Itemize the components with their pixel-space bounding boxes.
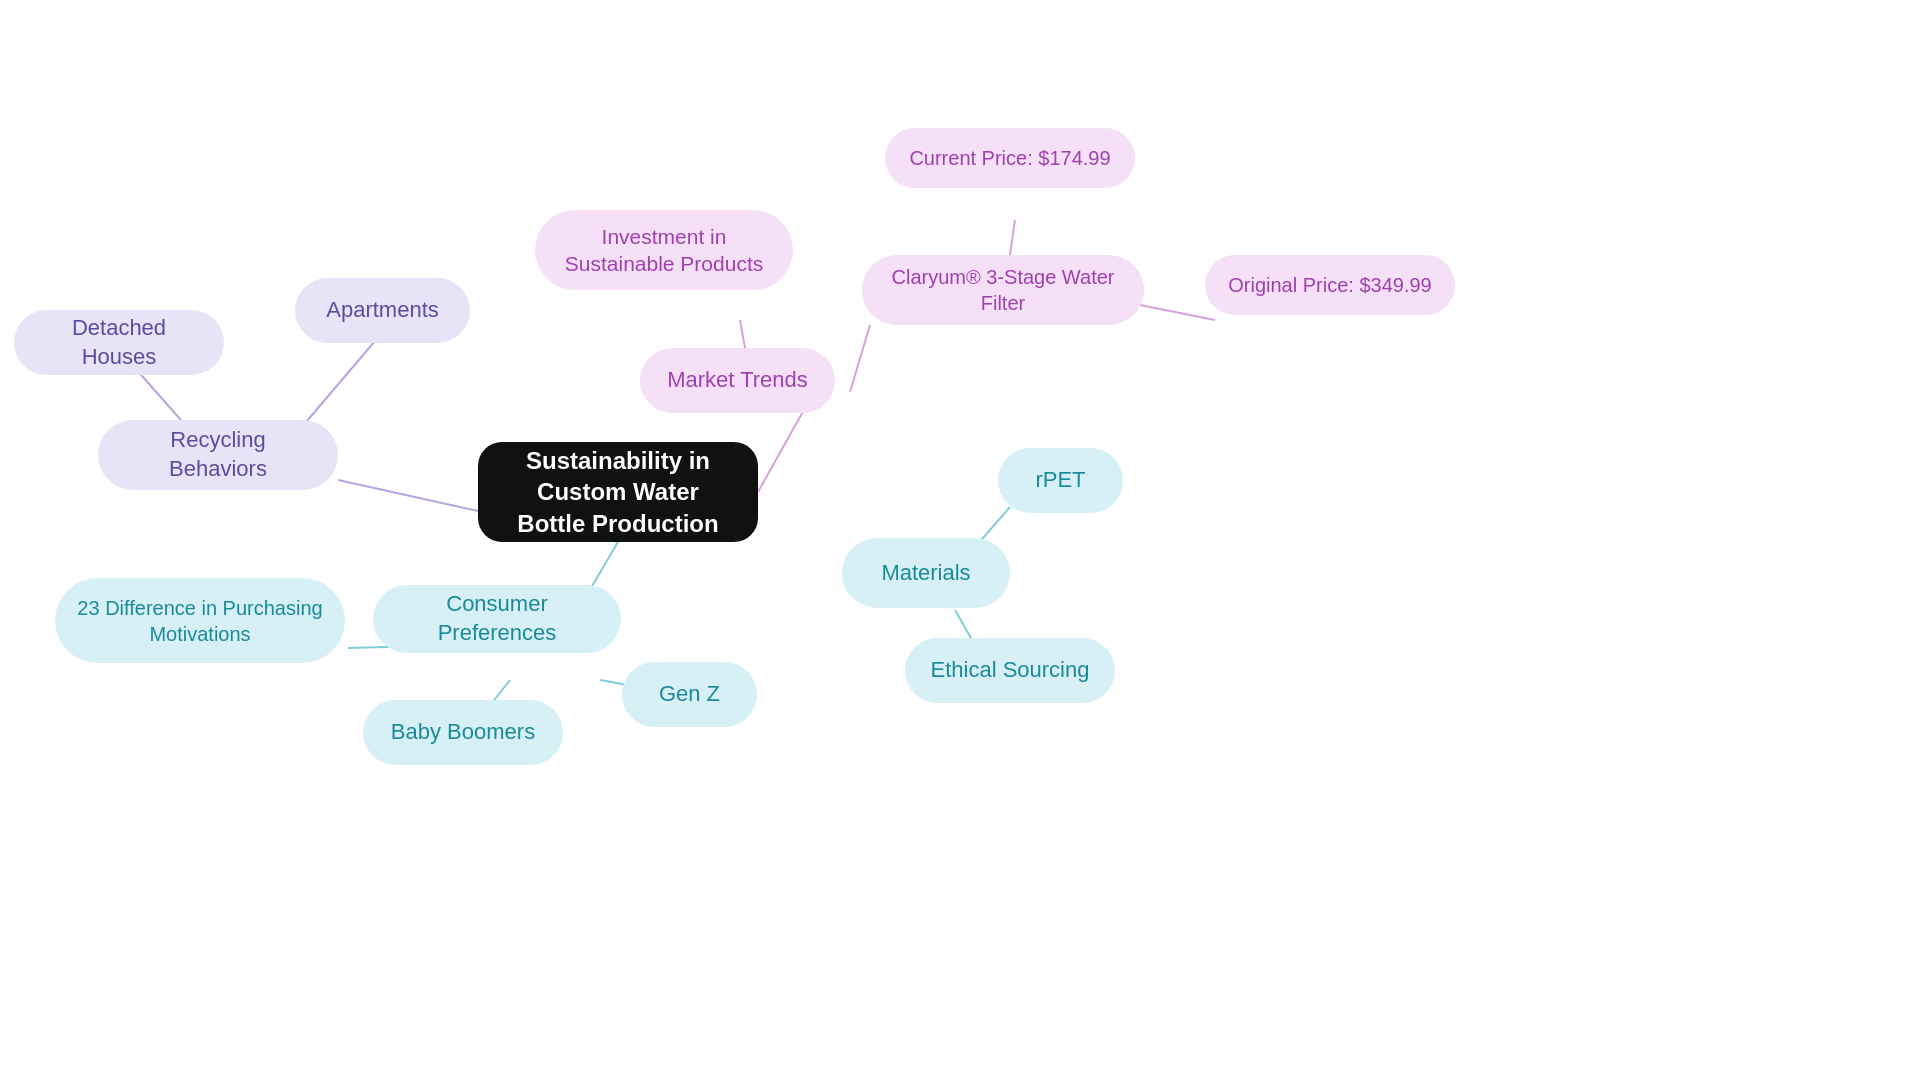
svg-line-5 bbox=[850, 325, 870, 392]
detached-houses-node: Detached Houses bbox=[14, 310, 224, 375]
market-trends-node: Market Trends bbox=[640, 348, 835, 413]
svg-line-3 bbox=[758, 408, 805, 492]
consumer-preferences-node: Consumer Preferences bbox=[373, 585, 621, 653]
investment-sustainable-node: Investment in Sustainable Products bbox=[535, 210, 793, 290]
materials-node: Materials bbox=[842, 538, 1010, 608]
recycling-behaviors-node: Recycling Behaviors bbox=[98, 420, 338, 490]
apartments-node: Apartments bbox=[295, 278, 470, 343]
svg-line-7 bbox=[1140, 305, 1215, 320]
gen-z-node: Gen Z bbox=[622, 662, 757, 727]
center-node: Sustainability in Custom Water Bottle Pr… bbox=[478, 442, 758, 542]
purchasing-motivations-node: 23 Difference in Purchasing Motivations bbox=[55, 578, 345, 663]
ethical-sourcing-node: Ethical Sourcing bbox=[905, 638, 1115, 703]
current-price-node: Current Price: $174.99 bbox=[885, 128, 1135, 188]
rpet-node: rPET bbox=[998, 448, 1123, 513]
claryum-node: Claryum® 3-Stage Water Filter bbox=[862, 255, 1144, 325]
original-price-node: Original Price: $349.99 bbox=[1205, 255, 1455, 315]
baby-boomers-node: Baby Boomers bbox=[363, 700, 563, 765]
